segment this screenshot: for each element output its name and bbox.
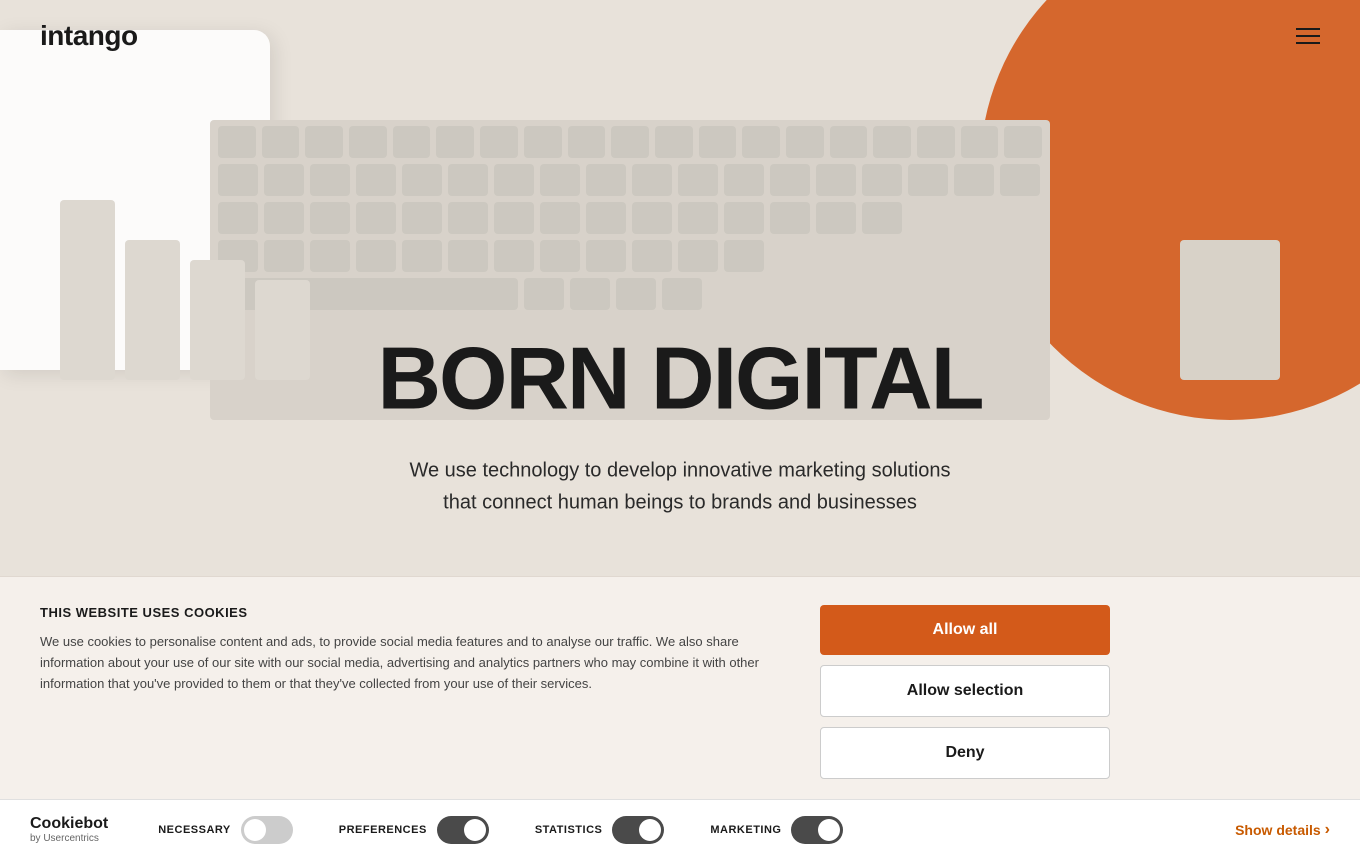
statistics-track — [612, 816, 664, 844]
necessary-track — [241, 816, 293, 844]
cookie-banner-title: THIS WEBSITE USES COOKIES — [40, 605, 780, 620]
cookie-banner-body: We use cookies to personalise content an… — [40, 632, 780, 694]
preferences-toggle-group: PREFERENCES — [339, 816, 489, 844]
menu-button[interactable] — [1296, 28, 1320, 44]
show-details-text: Show details — [1235, 822, 1321, 838]
show-details-link[interactable]: Show details › — [1235, 821, 1330, 839]
necessary-toggle[interactable] — [241, 816, 293, 844]
preferences-track — [437, 816, 489, 844]
cookie-text-area: THIS WEBSITE USES COOKIES We use cookies… — [40, 605, 780, 694]
hero-subtitle-line2: that connect human beings to brands and … — [443, 491, 917, 513]
marketing-label: MARKETING — [710, 824, 781, 836]
cookiebot-logo: Cookiebot by Usercentrics — [30, 815, 108, 844]
preferences-toggle[interactable] — [437, 816, 489, 844]
hero-title: BORN DIGITAL — [330, 334, 1030, 422]
necessary-thumb — [244, 819, 266, 841]
menu-icon-bar3 — [1296, 42, 1320, 44]
cookie-banner: THIS WEBSITE USES COOKIES We use cookies… — [0, 576, 1360, 799]
hero-subtitle: We use technology to develop innovative … — [330, 454, 1030, 518]
cookie-buttons-area: Allow all Allow selection Deny — [820, 605, 1110, 779]
chevron-right-icon: › — [1325, 821, 1330, 839]
necessary-label: NECESSARY — [158, 824, 231, 836]
cookiebot-name: Cookiebot — [30, 815, 108, 833]
left-deco-items — [60, 200, 310, 380]
preferences-thumb — [464, 819, 486, 841]
menu-icon-bar2 — [1296, 35, 1320, 37]
cookie-footer-bar: Cookiebot by Usercentrics NECESSARY PREF… — [0, 799, 1360, 859]
statistics-toggle-group: STATISTICS — [535, 816, 665, 844]
marketing-track — [791, 816, 843, 844]
necessary-toggle-group: NECESSARY — [158, 816, 293, 844]
hero-subtitle-line1: We use technology to develop innovative … — [409, 459, 950, 481]
site-logo: intango — [40, 20, 138, 52]
allow-selection-button[interactable]: Allow selection — [820, 665, 1110, 717]
allow-all-button[interactable]: Allow all — [820, 605, 1110, 655]
menu-icon-bar1 — [1296, 28, 1320, 30]
preferences-label: PREFERENCES — [339, 824, 427, 836]
cookiebot-sub: by Usercentrics — [30, 833, 108, 844]
right-deco-items — [1180, 240, 1280, 380]
deny-button[interactable]: Deny — [820, 727, 1110, 779]
marketing-toggle[interactable] — [791, 816, 843, 844]
statistics-thumb — [639, 819, 661, 841]
marketing-toggle-group: MARKETING — [710, 816, 843, 844]
site-header: intango — [0, 0, 1360, 72]
statistics-label: STATISTICS — [535, 824, 603, 836]
hero-section: BORN DIGITAL We use technology to develo… — [330, 334, 1030, 518]
marketing-thumb — [818, 819, 840, 841]
statistics-toggle[interactable] — [612, 816, 664, 844]
